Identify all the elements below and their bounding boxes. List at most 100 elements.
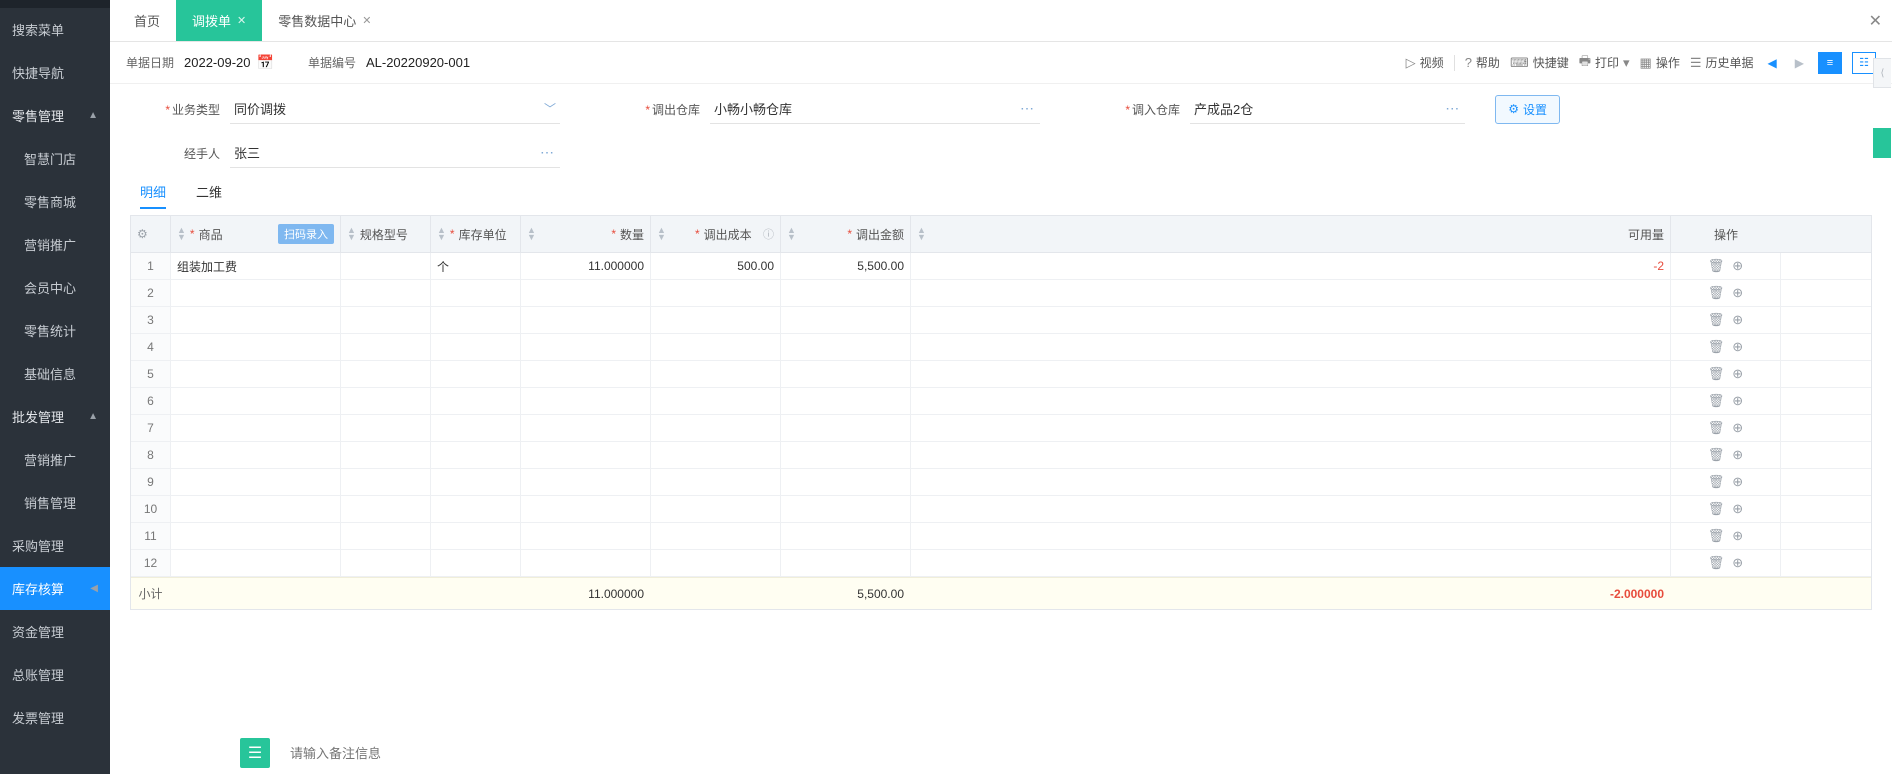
delete-row-icon[interactable]: 🗑 — [1708, 366, 1725, 382]
col-out-cost[interactable]: ▲▼*调出成本 ⓘ — [651, 216, 781, 252]
delete-row-icon[interactable]: 🗑 — [1708, 312, 1725, 328]
table-row[interactable]: 5🗑⊕ — [131, 361, 1871, 388]
sidebar-item[interactable]: 总账管理 — [0, 653, 110, 696]
add-row-icon[interactable]: ⊕ — [1732, 555, 1743, 571]
field-biz-type: *业务类型 同价调拨 ﹀ — [140, 94, 560, 124]
table-row[interactable]: 8🗑⊕ — [131, 442, 1871, 469]
col-unit[interactable]: ▲▼*库存单位 — [431, 216, 521, 252]
settings-button[interactable]: ⚙设置 — [1495, 95, 1560, 124]
tab[interactable]: 零售数据中心✕ — [262, 0, 387, 41]
delete-row-icon[interactable]: 🗑 — [1708, 339, 1725, 355]
add-row-icon[interactable]: ⊕ — [1732, 420, 1743, 436]
close-tab-icon[interactable]: ✕ — [362, 14, 371, 27]
keyboard-icon: ⌨ — [1510, 55, 1529, 71]
in-warehouse-select[interactable]: 产成品2仓 ⋯ — [1190, 94, 1465, 124]
form-row-1: *业务类型 同价调拨 ﹀ *调出仓库 小畅小畅仓库 ⋯ *调入仓库 产成品2仓 … — [110, 84, 1892, 128]
col-out-amount[interactable]: ▲▼*调出金额 — [781, 216, 911, 252]
sidebar-item[interactable]: 营销推广 — [0, 438, 110, 481]
delete-row-icon[interactable]: 🗑 — [1708, 528, 1725, 544]
col-spec[interactable]: ▲▼规格型号 — [341, 216, 431, 252]
tab-detail[interactable]: 明细 — [140, 182, 166, 209]
sidebar-item[interactable]: 批发管理▲ — [0, 395, 110, 438]
add-row-icon[interactable]: ⊕ — [1732, 474, 1743, 490]
table-row[interactable]: 4🗑⊕ — [131, 334, 1871, 361]
calendar-icon[interactable]: 📅 — [257, 54, 274, 71]
delete-row-icon[interactable]: 🗑 — [1708, 420, 1725, 436]
shortcut-link[interactable]: ⌨快捷键 — [1510, 54, 1569, 71]
prev-doc-button[interactable]: ◀ — [1764, 56, 1781, 70]
sidebar-item[interactable]: 快捷导航 — [0, 51, 110, 94]
sidebar-item[interactable]: 采购管理 — [0, 524, 110, 567]
tab-2d[interactable]: 二维 — [196, 182, 222, 209]
add-row-icon[interactable]: ⊕ — [1732, 258, 1743, 274]
remark-input[interactable] — [286, 740, 1872, 767]
close-tab-icon[interactable]: ✕ — [237, 14, 246, 27]
delete-row-icon[interactable]: 🗑 — [1708, 447, 1725, 463]
gear-icon: ⚙ — [1508, 102, 1519, 116]
table-row[interactable]: 3🗑⊕ — [131, 307, 1871, 334]
sidebar-item[interactable]: 发票管理 — [0, 696, 110, 739]
scan-entry-button[interactable]: 扫码录入 — [278, 224, 334, 244]
table-row[interactable]: 11🗑⊕ — [131, 523, 1871, 550]
sidebar-item[interactable]: 智慧门店 — [0, 137, 110, 180]
add-row-icon[interactable]: ⊕ — [1732, 393, 1743, 409]
add-row-icon[interactable]: ⊕ — [1732, 501, 1743, 517]
delete-row-icon[interactable]: 🗑 — [1708, 555, 1725, 571]
delete-row-icon[interactable]: 🗑 — [1708, 285, 1725, 301]
next-doc-button[interactable]: ▶ — [1791, 56, 1808, 70]
biz-type-select[interactable]: 同价调拨 ﹀ — [230, 94, 560, 124]
add-row-icon[interactable]: ⊕ — [1732, 447, 1743, 463]
col-action: 操作 — [1671, 216, 1781, 252]
delete-row-icon[interactable]: 🗑 — [1708, 474, 1725, 490]
view-list-button[interactable]: ≡ — [1818, 52, 1842, 74]
table-row[interactable]: 1组装加工费个11.000000500.005,500.00-2🗑⊕ — [131, 253, 1871, 280]
caret-icon: ◀ — [90, 583, 98, 594]
info-icon: ⓘ — [763, 226, 774, 242]
add-row-icon[interactable]: ⊕ — [1732, 285, 1743, 301]
delete-row-icon[interactable]: 🗑 — [1708, 501, 1725, 517]
sidebar-item[interactable]: 搜索菜单 — [0, 8, 110, 51]
col-qty[interactable]: ▲▼*数量 — [521, 216, 651, 252]
add-row-icon[interactable]: ⊕ — [1732, 339, 1743, 355]
table-row[interactable]: 12🗑⊕ — [131, 550, 1871, 577]
table-row[interactable]: 7🗑⊕ — [131, 415, 1871, 442]
sidebar-item[interactable]: 会员中心 — [0, 266, 110, 309]
col-avail[interactable]: ▲▼可用量 — [911, 216, 1671, 252]
rail-box-2[interactable] — [1873, 128, 1891, 158]
col-product[interactable]: ▲▼*商品扫码录入 — [171, 216, 341, 252]
sidebar-item[interactable]: 营销推广 — [0, 223, 110, 266]
table-row[interactable]: 6🗑⊕ — [131, 388, 1871, 415]
add-row-icon[interactable]: ⊕ — [1732, 528, 1743, 544]
handler-select[interactable]: 张三 ⋯ — [230, 138, 560, 168]
delete-row-icon[interactable]: 🗑 — [1708, 258, 1725, 274]
table-row[interactable]: 2🗑⊕ — [131, 280, 1871, 307]
sidebar-item[interactable]: 库存核算◀ — [0, 567, 110, 610]
delete-row-icon[interactable]: 🗑 — [1708, 393, 1725, 409]
tab[interactable]: 首页 — [118, 0, 176, 41]
play-icon: ▷ — [1406, 55, 1416, 71]
history-link[interactable]: ☰历史单据 — [1690, 54, 1754, 71]
sidebar-item[interactable]: 资金管理 — [0, 610, 110, 653]
sidebar-item[interactable]: 零售统计 — [0, 309, 110, 352]
tab-bar: 首页调拨单✕零售数据中心✕ ✕ — [110, 0, 1892, 42]
rail-box-1[interactable]: ⟨ — [1873, 58, 1891, 88]
caret-icon: ▲ — [88, 411, 98, 422]
doc-date-value[interactable]: 2022-09-20 — [184, 55, 251, 70]
sidebar-item[interactable]: 基础信息 — [0, 352, 110, 395]
help-link[interactable]: ?帮助 — [1465, 54, 1500, 71]
print-link[interactable]: 🖶打印▾ — [1579, 52, 1630, 74]
tab[interactable]: 调拨单✕ — [176, 0, 262, 41]
table-row[interactable]: 9🗑⊕ — [131, 469, 1871, 496]
sidebar-item[interactable]: 零售管理▲ — [0, 94, 110, 137]
close-all-tabs-icon[interactable]: ✕ — [1869, 11, 1882, 31]
sidebar-item[interactable]: 销售管理 — [0, 481, 110, 524]
out-warehouse-select[interactable]: 小畅小畅仓库 ⋯ — [710, 94, 1040, 124]
note-icon[interactable]: ☰ — [240, 738, 270, 768]
col-config[interactable]: ⚙ — [131, 216, 171, 252]
video-link[interactable]: ▷视频 — [1406, 54, 1444, 71]
add-row-icon[interactable]: ⊕ — [1732, 366, 1743, 382]
add-row-icon[interactable]: ⊕ — [1732, 312, 1743, 328]
table-row[interactable]: 10🗑⊕ — [131, 496, 1871, 523]
more-actions-link[interactable]: ▦操作 — [1640, 54, 1680, 71]
sidebar-item[interactable]: 零售商城 — [0, 180, 110, 223]
